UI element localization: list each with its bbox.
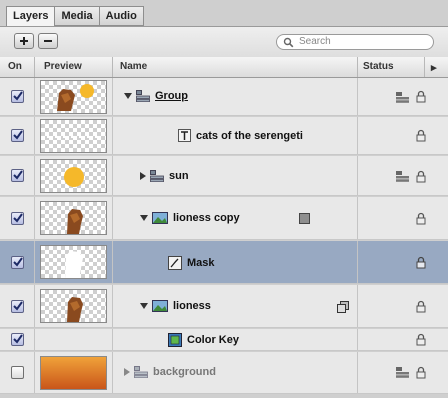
layer-preview-thumbnail	[40, 289, 107, 323]
group-status-icon	[396, 92, 409, 103]
layer-enable-checkbox[interactable]	[11, 212, 24, 225]
layer-enable-checkbox[interactable]	[11, 129, 24, 142]
layer-name-mask: Mask	[168, 256, 215, 270]
layer-preview-thumbnail	[40, 245, 107, 279]
layer-row-mask[interactable]: Mask	[0, 241, 448, 284]
layer-row-group[interactable]: Group	[0, 78, 448, 116]
column-header: On Preview Name Status ▸	[0, 57, 448, 78]
group-layer-icon	[134, 366, 148, 378]
layer-name-sun: sun	[140, 170, 189, 182]
layer-row-background[interactable]: background	[0, 352, 448, 394]
disclosure-triangle-icon[interactable]	[124, 368, 130, 376]
checkmark-icon	[13, 213, 23, 223]
layer-enable-checkbox[interactable]	[11, 333, 24, 346]
layer-preview-thumbnail	[40, 356, 107, 390]
column-preview[interactable]: Preview	[44, 61, 82, 72]
plus-icon	[20, 37, 28, 45]
mask-toggle-icon[interactable]	[299, 213, 310, 224]
layer-name-color-key: Color Key	[168, 333, 239, 347]
layer-name-group: Group	[124, 90, 188, 102]
group-layer-icon	[136, 90, 150, 102]
minus-icon	[44, 40, 52, 42]
layer-row-color-key[interactable]: Color Key	[0, 329, 448, 351]
layer-name-background: background	[124, 366, 216, 378]
checkmark-icon	[13, 130, 23, 140]
checkmark-icon	[13, 301, 23, 311]
checkmark-icon	[13, 91, 23, 101]
image-layer-icon	[152, 300, 168, 312]
lioness-thumbnail-icon	[67, 209, 83, 234]
search-placeholder: Search	[299, 36, 331, 47]
text-thumbnail-icon	[47, 136, 102, 138]
sun-thumbnail-icon	[64, 167, 84, 187]
group-status-icon	[396, 367, 409, 378]
filter-layer-icon	[168, 333, 182, 347]
layer-row-text[interactable]: cats of the serengeti	[0, 117, 448, 155]
lock-icon[interactable]	[416, 300, 426, 313]
layer-row-lioness[interactable]: lioness	[0, 285, 448, 328]
layer-enable-checkbox[interactable]	[11, 300, 24, 313]
image-layer-icon	[152, 212, 168, 224]
panel-tabs: Layers Media Audio	[6, 6, 144, 27]
column-name[interactable]: Name	[120, 61, 147, 72]
disclosure-triangle-icon[interactable]	[140, 303, 148, 309]
add-layer-button[interactable]	[14, 33, 34, 49]
layer-preview-thumbnail	[40, 119, 107, 153]
layer-preview-thumbnail	[40, 80, 107, 114]
search-field[interactable]: Search	[276, 34, 434, 50]
tab-audio[interactable]: Audio	[99, 6, 144, 26]
text-layer-icon	[178, 129, 191, 142]
group-status-icon	[396, 171, 409, 182]
disclosure-triangle-icon[interactable]	[140, 172, 146, 180]
layer-row-sun[interactable]: sun	[0, 156, 448, 196]
column-status[interactable]: Status	[363, 61, 394, 72]
lioness-thumbnail-icon	[67, 297, 83, 322]
layer-row-lioness-copy[interactable]: lioness copy	[0, 197, 448, 240]
layer-enable-checkbox[interactable]	[11, 90, 24, 103]
checkmark-icon	[13, 257, 23, 267]
layer-enable-checkbox[interactable]	[11, 366, 24, 379]
layers-toolbar: Search	[0, 26, 448, 58]
remove-layer-button[interactable]	[38, 33, 58, 49]
layer-preview-thumbnail	[40, 159, 107, 193]
lock-icon[interactable]	[416, 90, 426, 103]
checkmark-icon	[13, 334, 23, 344]
lock-icon[interactable]	[416, 256, 426, 269]
layer-preview-thumbnail	[40, 201, 107, 235]
layer-enable-checkbox[interactable]	[11, 256, 24, 269]
lock-icon[interactable]	[416, 170, 426, 183]
lioness-sun-thumbnail-icon	[57, 84, 94, 111]
layer-enable-checkbox[interactable]	[11, 169, 24, 182]
layer-name-lioness-copy: lioness copy	[140, 212, 240, 224]
lock-icon[interactable]	[416, 333, 426, 346]
column-on[interactable]: On	[8, 61, 22, 72]
checkmark-icon	[13, 170, 23, 180]
layer-name-text: cats of the serengeti	[178, 129, 303, 142]
group-layer-icon	[150, 170, 164, 182]
search-icon	[283, 37, 294, 48]
disclosure-triangle-icon[interactable]	[124, 93, 132, 99]
lock-icon[interactable]	[416, 212, 426, 225]
tab-media[interactable]: Media	[55, 6, 100, 26]
disclosure-triangle-icon[interactable]	[140, 215, 148, 221]
filter-badge-icon[interactable]	[337, 301, 349, 313]
mask-thumbnail-icon	[65, 251, 83, 278]
lock-icon[interactable]	[416, 366, 426, 379]
layer-name-lioness: lioness	[140, 300, 211, 312]
lock-icon[interactable]	[416, 129, 426, 142]
mask-layer-icon	[168, 256, 182, 270]
tab-layers[interactable]: Layers	[6, 6, 56, 27]
chevron-right-icon[interactable]: ▸	[431, 61, 437, 74]
